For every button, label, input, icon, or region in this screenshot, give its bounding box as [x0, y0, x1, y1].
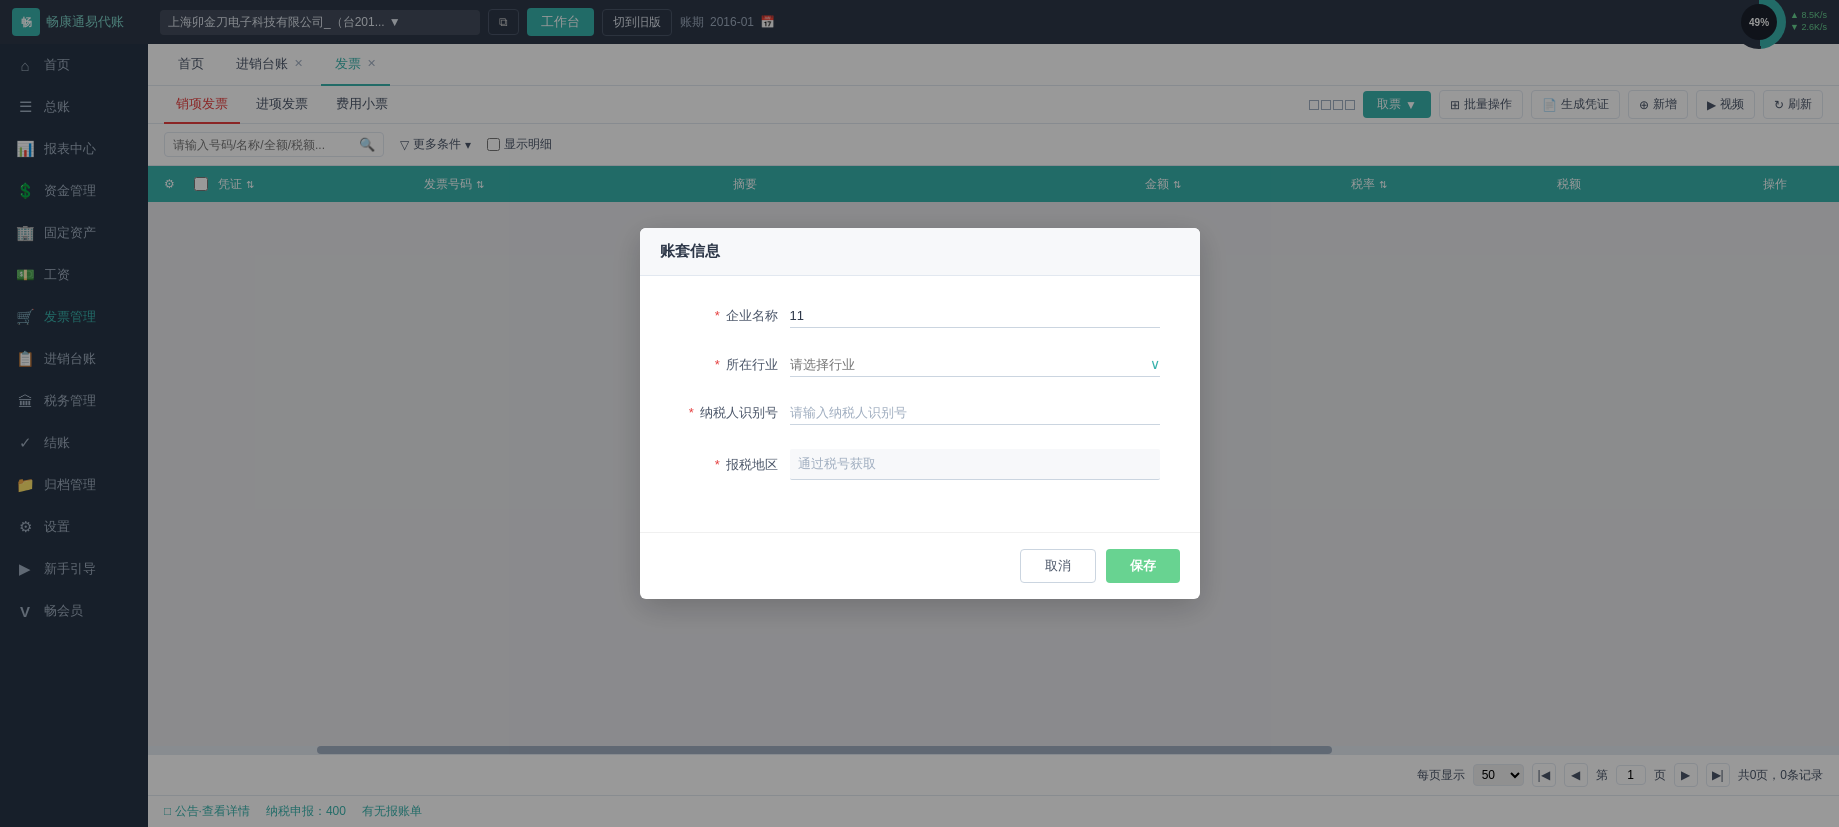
modal-footer: 取消 保存: [640, 532, 1200, 599]
tax-region-disabled: 通过税号获取: [790, 449, 1160, 480]
chevron-down-icon: ∨: [1150, 356, 1160, 372]
tax-id-input[interactable]: [790, 401, 1160, 425]
tax-id-label: * 纳税人识别号: [680, 404, 790, 422]
industry-label: * 所在行业: [680, 356, 790, 374]
form-row-industry: * 所在行业 ∨: [680, 352, 1160, 377]
form-row-tax-id: * 纳税人识别号: [680, 401, 1160, 425]
account-info-modal: 账套信息 * 企业名称 * 所在行业 ∨: [640, 228, 1200, 599]
cancel-button[interactable]: 取消: [1020, 549, 1096, 583]
save-button[interactable]: 保存: [1106, 549, 1180, 583]
required-star: *: [715, 308, 720, 323]
form-row-company-name: * 企业名称: [680, 304, 1160, 328]
form-row-tax-region: * 报税地区 通过税号获取: [680, 449, 1160, 480]
required-star: *: [715, 357, 720, 372]
tax-region-label: * 报税地区: [680, 456, 790, 474]
company-name-input[interactable]: [790, 304, 1160, 328]
required-star: *: [715, 457, 720, 472]
required-star: *: [689, 405, 694, 420]
industry-select-wrap[interactable]: ∨: [790, 352, 1160, 377]
modal-body: * 企业名称 * 所在行业 ∨ * 纳税人识: [640, 276, 1200, 532]
modal-overlay: 账套信息 * 企业名称 * 所在行业 ∨: [0, 0, 1839, 827]
modal-title: 账套信息: [640, 228, 1200, 276]
industry-select-input[interactable]: [790, 357, 1150, 372]
company-name-label: * 企业名称: [680, 307, 790, 325]
